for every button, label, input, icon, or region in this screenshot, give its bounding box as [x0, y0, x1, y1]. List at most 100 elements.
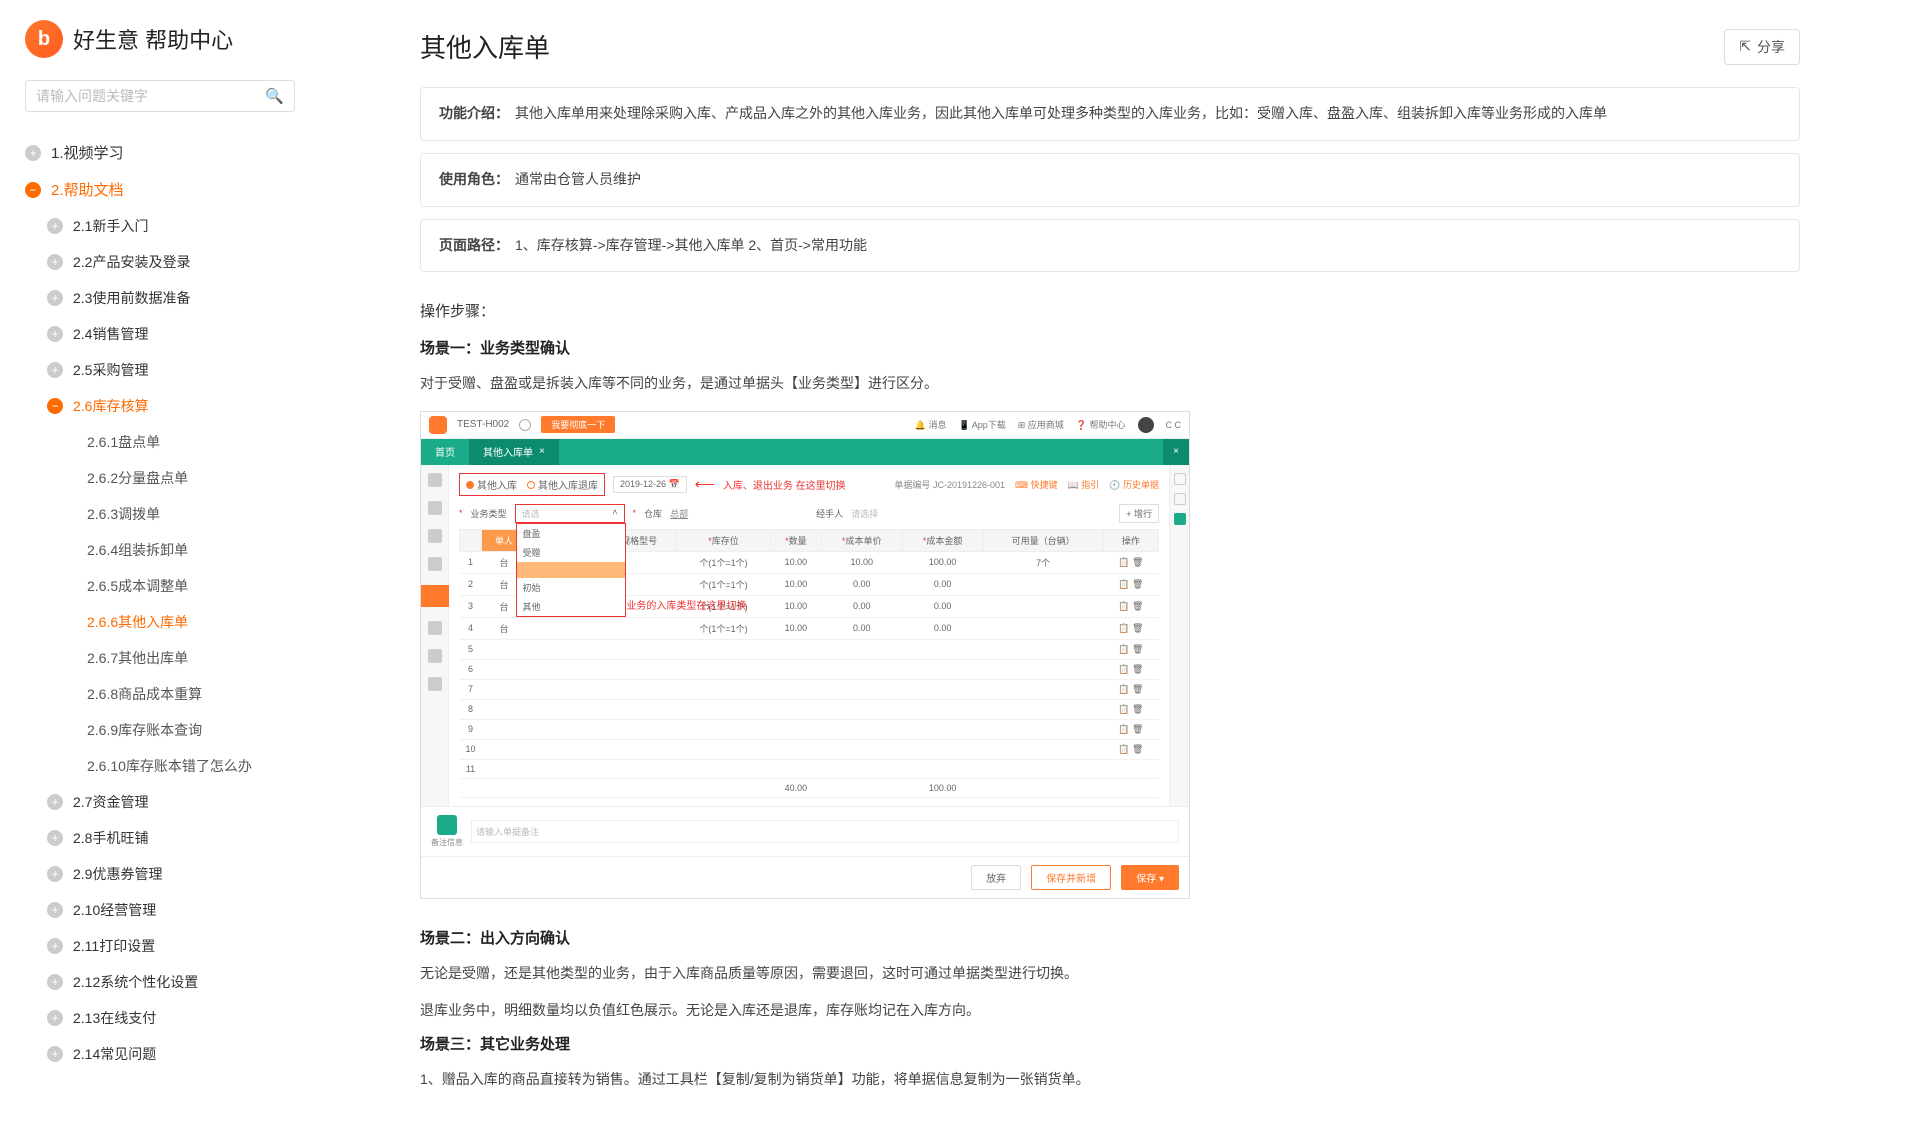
role-card: 使用角色： 通常由仓管人员维护 — [420, 153, 1800, 207]
shot-link-msg: 🔔 消息 — [915, 418, 947, 431]
shot-remark-input: 请输入单据备注 — [471, 820, 1179, 843]
shot-left-rail — [421, 465, 449, 806]
nav-ledger-query[interactable]: 2.6.9库存账本查询 — [25, 712, 295, 748]
nav-finance[interactable]: +2.7资金管理 — [25, 784, 295, 820]
shot-wh-value: 总部 — [670, 507, 688, 520]
nav-help-docs[interactable]: −2.帮助文档 — [25, 171, 295, 208]
shot-link-shortcut: ⌨ 快捷键 — [1015, 478, 1058, 491]
shot-rail-icon — [428, 501, 442, 515]
shot-right-rail — [1169, 465, 1189, 806]
nav-cost-adjust[interactable]: 2.6.5成本调整单 — [25, 568, 295, 604]
path-text: 1、库存核算->库存管理->其他入库单 2、首页->常用功能 — [515, 237, 867, 253]
nav-online-pay[interactable]: +2.13在线支付 — [25, 1000, 295, 1036]
nav-getting-started[interactable]: +2.1新手入门 — [25, 208, 295, 244]
path-label: 页面路径： — [439, 237, 509, 253]
search-input[interactable] — [36, 88, 265, 104]
shot-doc-type-radio: 其他入库 其他入库退库 — [459, 473, 605, 496]
nav-purchase-mgmt[interactable]: +2.5采购管理 — [25, 352, 295, 388]
page-title: 其他入库单 — [420, 28, 550, 65]
shot-biztype-dropdown: 请选˄ 盘盈 受赠 初始 其他 — [515, 504, 625, 523]
shot-main-area: 其他入库 其他入库退库 2019-12-26 📅 ⟵ 入库、退出业务 在这里切换… — [449, 465, 1169, 806]
shot-biztype-label: 业务类型 — [471, 507, 507, 520]
dropdown-option: 其他 — [517, 597, 625, 616]
shot-link-help: ❓ 帮助中心 — [1076, 418, 1126, 431]
shot-topbar: TEST-H002 我要彻底一下 🔔 消息 📱 App下载 ⊞ 应用商城 ❓ 帮… — [421, 412, 1189, 439]
shot-top-right: 🔔 消息 📱 App下载 ⊞ 应用商城 ❓ 帮助中心 C C — [915, 417, 1181, 433]
nav-ledger-fix[interactable]: 2.6.10库存账本错了怎么办 — [25, 748, 295, 784]
nav-cost-recalc[interactable]: 2.6.8商品成本重算 — [25, 676, 295, 712]
search-icon[interactable]: 🔍 — [265, 87, 284, 105]
shot-remark-row: 备注信息 请输入单据备注 — [421, 806, 1189, 856]
shot-oper-label: 经手人 — [816, 507, 843, 520]
share-label: 分享 — [1757, 37, 1785, 57]
scene3-text: 1、赠品入库的商品直接转为销售。通过工具栏【复制/复制为销货单】功能，将单据信息… — [420, 1066, 1800, 1093]
shot-link-history: 🕘 历史单据 — [1109, 478, 1159, 491]
nav-transfer[interactable]: 2.6.3调拨单 — [25, 496, 295, 532]
nav-assembly[interactable]: 2.6.4组装拆卸单 — [25, 532, 295, 568]
shot-oper-value: 请选择 — [851, 507, 878, 520]
share-button[interactable]: ⇱ 分享 — [1724, 29, 1800, 65]
shot-logo-icon — [429, 416, 447, 434]
th-price: *成本单价 — [821, 529, 902, 551]
shot-rail-icon — [428, 473, 442, 487]
nav-stocktake[interactable]: 2.6.1盘点单 — [25, 424, 295, 460]
nav-mobile-shop[interactable]: +2.8手机旺铺 — [25, 820, 295, 856]
shot-promo-button: 我要彻底一下 — [541, 416, 615, 433]
nav-sales-mgmt[interactable]: +2.4销售管理 — [25, 316, 295, 352]
nav-partial-stocktake[interactable]: 2.6.2分量盘点单 — [25, 460, 295, 496]
table-row: 10📋 🗑 — [460, 739, 1159, 759]
shot-addrow-button: + 增行 — [1119, 504, 1159, 523]
nav-business-mgmt[interactable]: +2.10经营管理 — [25, 892, 295, 928]
radio-icon — [466, 481, 474, 489]
dropdown-option-selected — [517, 562, 625, 578]
logo-icon: b — [25, 20, 63, 58]
logo: b 好生意 帮助中心 — [25, 20, 295, 58]
shot-rail-icon — [428, 529, 442, 543]
th-ops: 操作 — [1103, 529, 1158, 551]
nav-other-out[interactable]: 2.6.7其他出库单 — [25, 640, 295, 676]
share-icon: ⇱ — [1739, 38, 1751, 55]
note-icon — [437, 815, 457, 835]
arrow-icon: ⟵ — [695, 476, 715, 493]
shot-link-guide: 📖 指引 — [1068, 478, 1100, 491]
th-avail: 可用量（台辆） — [983, 529, 1103, 551]
shot-help-icon — [519, 419, 531, 431]
nav-coupons[interactable]: +2.9优惠券管理 — [25, 856, 295, 892]
shot-tab-home: 首页 — [421, 439, 469, 465]
shot-rail-icon — [428, 621, 442, 635]
nav-print[interactable]: +2.11打印设置 — [25, 928, 295, 964]
scene1-title: 场景一：业务类型确认 — [420, 337, 1800, 358]
table-row: 7📋 🗑 — [460, 679, 1159, 699]
dropdown-option: 盘盈 — [517, 524, 625, 543]
nav-tree: +1.视频学习 −2.帮助文档 +2.1新手入门 +2.2产品安装及登录 +2.… — [25, 134, 295, 1072]
role-text: 通常由仓管人员维护 — [515, 171, 641, 187]
nav-inventory[interactable]: −2.6库存核算 — [25, 388, 295, 424]
nav-faq[interactable]: +2.14常见问题 — [25, 1036, 295, 1072]
shot-date-field: 2019-12-26 📅 — [613, 476, 687, 493]
shot-tab-doc: 其他入库单× — [469, 439, 559, 465]
dropdown-option: 初始 — [517, 578, 625, 597]
dropdown-option: 受赠 — [517, 543, 625, 562]
shot-doc-no: 单据编号 JC-20191226-001 — [894, 478, 1005, 491]
steps-title: 操作步骤： — [420, 300, 1800, 321]
table-row: 6📋 🗑 — [460, 659, 1159, 679]
nav-data-prep[interactable]: +2.3使用前数据准备 — [25, 280, 295, 316]
shot-username: C C — [1166, 420, 1182, 430]
table-row: 11 — [460, 759, 1159, 778]
search-box[interactable]: 🔍 — [25, 80, 295, 112]
shot-save-add-button: 保存并新增 — [1031, 865, 1111, 890]
shot-save-button: 保存 ▾ — [1121, 865, 1179, 890]
table-row: 4台个(1个=1个)10.000.000.00📋 🗑 — [460, 617, 1159, 639]
role-label: 使用角色： — [439, 171, 509, 187]
shot-link-app: 📱 App下载 — [958, 418, 1005, 431]
th-unit: *库存位 — [677, 529, 771, 551]
close-icon: × — [539, 446, 545, 457]
nav-install-login[interactable]: +2.2产品安装及登录 — [25, 244, 295, 280]
nav-personalize[interactable]: +2.12系统个性化设置 — [25, 964, 295, 1000]
shot-annotation-1: 入库、退出业务 在这里切换 — [723, 477, 846, 492]
shot-wh-label: 仓库 — [644, 507, 662, 520]
scene3-title: 场景三：其它业务处理 — [420, 1033, 1800, 1054]
nav-video-learning[interactable]: +1.视频学习 — [25, 134, 295, 171]
table-totals: 40.00100.00 — [460, 778, 1159, 797]
nav-other-in[interactable]: 2.6.6其他入库单 — [25, 604, 295, 640]
